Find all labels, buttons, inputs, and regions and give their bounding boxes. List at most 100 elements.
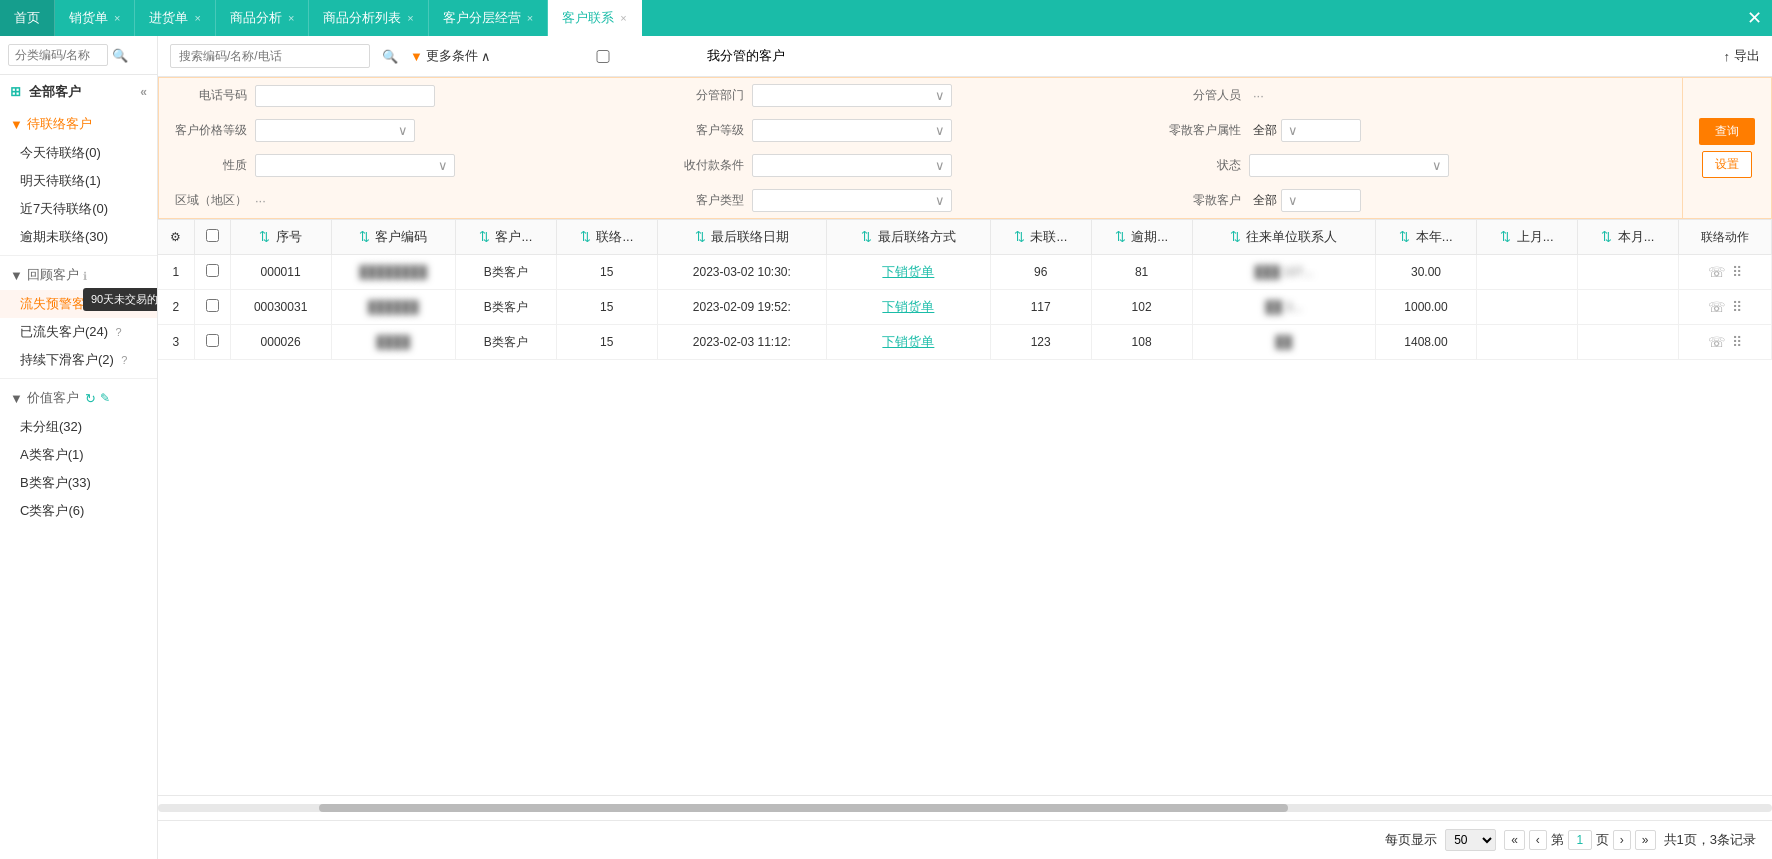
dept-select[interactable]: ∨ [752, 84, 952, 107]
close-icon[interactable]: × [114, 12, 120, 24]
search-button[interactable]: 🔍 [382, 49, 398, 64]
sidebar-item-week-pending[interactable]: 近7天待联络(0) [0, 195, 157, 223]
tab-customer-layer[interactable]: 客户分层经营 × [429, 0, 548, 36]
th-name[interactable]: ⇅ 客户编码 [331, 220, 455, 255]
th-overdue[interactable]: ⇅ 逾期... [1091, 220, 1192, 255]
sidebar-item-churned[interactable]: 已流失客户(24) ? [0, 318, 157, 346]
sidebar-group-pending-label: 待联络客户 [27, 115, 92, 133]
more-icon[interactable]: ··· [255, 193, 266, 208]
sidebar-item-class-a[interactable]: A类客户(1) [0, 441, 157, 469]
th-last-date[interactable]: ⇅ 最后联络日期 [657, 220, 826, 255]
row-checkbox[interactable] [206, 299, 219, 312]
close-icon[interactable]: × [407, 12, 413, 24]
next-page-button[interactable]: › [1613, 830, 1631, 850]
th-type[interactable]: ⇅ 客户... [455, 220, 556, 255]
sidebar-search-input[interactable] [8, 44, 108, 66]
phone-action-icon[interactable]: ☏ [1708, 264, 1726, 280]
th-this-year[interactable]: ⇅ 本年... [1376, 220, 1477, 255]
tooltip-trigger[interactable]: ℹ 90天未交易的客户，可能有流失风险。 [83, 268, 87, 283]
status-select[interactable]: ∨ [1249, 154, 1449, 177]
phone-action-icon[interactable]: ☏ [1708, 299, 1726, 315]
chevron-down-icon: ∨ [398, 123, 408, 138]
edit-icon[interactable]: ✎ [100, 391, 110, 405]
settings-button[interactable]: 设置 [1702, 151, 1752, 178]
cell-checkbox[interactable] [194, 290, 230, 325]
close-icon[interactable]: × [620, 12, 626, 24]
tab-product-analysis[interactable]: 商品分析 × [216, 0, 309, 36]
more-conditions-button[interactable]: ▼ 更多条件 ∧ [410, 47, 491, 65]
sidebar-item-declining[interactable]: 持续下滑客户(2) ? [0, 346, 157, 374]
retail-attr-select[interactable]: ∨ [1281, 119, 1361, 142]
row-checkbox[interactable] [206, 334, 219, 347]
th-settings[interactable]: ⚙ [158, 220, 194, 255]
sidebar-group-value[interactable]: ▼ 价值客户 ↻ ✎ [0, 383, 157, 413]
refresh-icon[interactable]: ↻ [85, 391, 96, 406]
data-table-container: ⚙ ⇅ 序号 ⇅ 客户编码 ⇅ 客户... [158, 220, 1772, 795]
close-icon[interactable]: × [527, 12, 533, 24]
sidebar-group-review[interactable]: ▼ 回顾客户 ℹ 90天未交易的客户，可能有流失风险。 [0, 260, 157, 290]
th-contact[interactable]: ⇅ 联络... [556, 220, 657, 255]
first-page-button[interactable]: « [1504, 830, 1525, 850]
sidebar-item-ungrouped[interactable]: 未分组(32) [0, 413, 157, 441]
window-close-button[interactable]: ✕ [1747, 7, 1772, 29]
my-customers-checkbox-label[interactable]: 我分管的客户 [503, 47, 785, 65]
cell-action: ☏ ⠿ [1678, 325, 1771, 360]
cell-last-method[interactable]: 下销货单 [827, 255, 991, 290]
retail-select[interactable]: ∨ [1281, 189, 1361, 212]
sidebar-item-class-b[interactable]: B类客户(33) [0, 469, 157, 497]
prev-page-button[interactable]: ‹ [1529, 830, 1547, 850]
sidebar-item-class-c[interactable]: C类客户(6) [0, 497, 157, 525]
search-icon[interactable]: 🔍 [112, 48, 128, 63]
th-unlink-days[interactable]: ⇅ 未联... [990, 220, 1091, 255]
select-all-checkbox[interactable] [206, 229, 219, 242]
advanced-filter-panel: 电话号码 分管部门 ∨ 分管人员 ··· [158, 77, 1772, 220]
close-icon[interactable]: × [194, 12, 200, 24]
search-input[interactable] [170, 44, 370, 68]
cell-checkbox[interactable] [194, 325, 230, 360]
close-icon[interactable]: × [288, 12, 294, 24]
sidebar-item-tomorrow-pending[interactable]: 明天待联络(1) [0, 167, 157, 195]
customer-level-select[interactable]: ∨ [752, 119, 952, 142]
more-icon[interactable]: ··· [1253, 88, 1264, 103]
more-action-icon[interactable]: ⠿ [1732, 264, 1742, 280]
sidebar-group-pending[interactable]: ▼ 待联络客户 [0, 109, 157, 139]
collapse-button[interactable]: « [140, 85, 147, 99]
customer-type-select[interactable]: ∨ [752, 189, 952, 212]
cell-last-method[interactable]: 下销货单 [827, 325, 991, 360]
sidebar-item-overdue[interactable]: 逾期未联络(30) [0, 223, 157, 251]
tab-customer-contact[interactable]: 客户联系 × [548, 0, 641, 36]
cell-last-method[interactable]: 下销货单 [827, 290, 991, 325]
sidebar-all-customers-header: ⊞ 全部客户 « [0, 75, 157, 109]
phone-input[interactable] [255, 85, 435, 107]
cell-code: 000026 [230, 325, 331, 360]
query-button[interactable]: 查询 [1699, 118, 1755, 145]
tab-purchase[interactable]: 进货单 × [135, 0, 215, 36]
filter-field-payment: 收付款条件 ∨ [672, 154, 1169, 177]
row-checkbox[interactable] [206, 264, 219, 277]
sidebar-item-today-pending[interactable]: 今天待联络(0) [0, 139, 157, 167]
last-page-button[interactable]: » [1635, 830, 1656, 850]
tab-product-list[interactable]: 商品分析列表 × [309, 0, 428, 36]
th-last-month[interactable]: ⇅ 上月... [1477, 220, 1578, 255]
customer-type-label: 客户类型 [672, 192, 752, 209]
phone-action-icon[interactable]: ☏ [1708, 334, 1726, 350]
more-action-icon[interactable]: ⠿ [1732, 299, 1742, 315]
filter-field-retail: 零散客户 全部 ∨ [1169, 189, 1666, 212]
horizontal-scroll-area[interactable] [158, 795, 1772, 820]
nature-select[interactable]: ∨ [255, 154, 455, 177]
cell-checkbox[interactable] [194, 255, 230, 290]
price-level-select[interactable]: ∨ [255, 119, 415, 142]
scroll-thumb[interactable] [319, 804, 1287, 812]
th-contact-person[interactable]: ⇅ 往来单位联系人 [1192, 220, 1376, 255]
export-button[interactable]: ↑ 导出 [1724, 47, 1761, 65]
payment-select[interactable]: ∨ [752, 154, 952, 177]
my-customers-checkbox[interactable] [503, 50, 703, 63]
tab-home[interactable]: 首页 [0, 0, 55, 36]
per-page-select[interactable]: 50 100 [1445, 829, 1496, 851]
th-last-method[interactable]: ⇅ 最后联络方式 [827, 220, 991, 255]
th-checkbox[interactable] [194, 220, 230, 255]
th-code[interactable]: ⇅ 序号 [230, 220, 331, 255]
more-action-icon[interactable]: ⠿ [1732, 334, 1742, 350]
tab-sales[interactable]: 销货单 × [55, 0, 135, 36]
th-this-month[interactable]: ⇅ 本月... [1577, 220, 1678, 255]
